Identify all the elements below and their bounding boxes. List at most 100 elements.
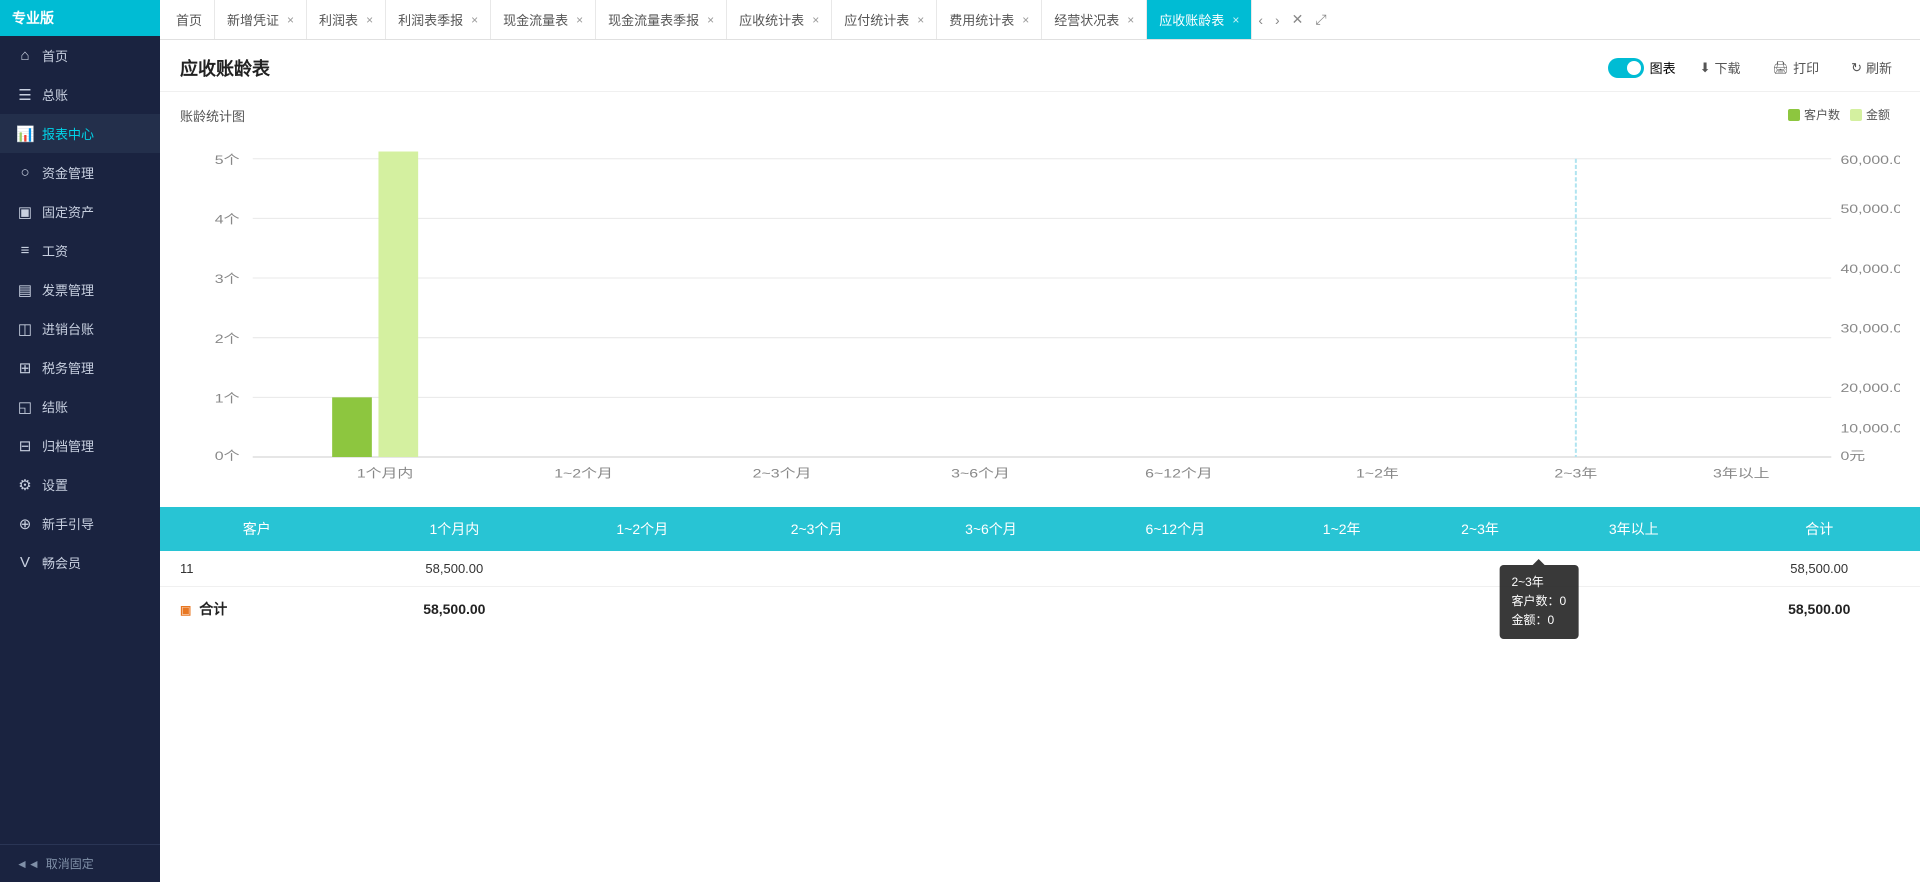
- sidebar-item-closing[interactable]: ◱ 结账: [0, 387, 160, 426]
- tax-icon: ⊞: [16, 359, 34, 377]
- tab-ar-stat[interactable]: 应收统计表 ×: [727, 0, 832, 40]
- col-header-year2-3: 2~3年: [1411, 507, 1549, 551]
- chart-toggle-wrap[interactable]: 图表: [1608, 58, 1676, 78]
- tab-close-cashflow[interactable]: ×: [576, 14, 583, 26]
- sidebar-item-label: 进销台账: [42, 319, 94, 338]
- print-icon: 🖨: [1773, 60, 1790, 76]
- sidebar-item-label: 固定资产: [42, 202, 94, 221]
- svg-text:60,000.00元: 60,000.00元: [1840, 153, 1900, 167]
- tab-voucher[interactable]: 新增凭证 ×: [215, 0, 307, 40]
- sidebar-item-settings[interactable]: ⚙ 设置: [0, 465, 160, 504]
- col-header-total: 合计: [1718, 507, 1920, 551]
- refresh-button[interactable]: ↻ 刷新: [1843, 54, 1900, 81]
- footer-month2-3: [729, 587, 903, 632]
- tab-cashflow[interactable]: 现金流量表 ×: [491, 0, 596, 40]
- stock-icon: ◫: [16, 320, 34, 338]
- sidebar-item-invoice[interactable]: ▤ 发票管理: [0, 270, 160, 309]
- cell-month1: 58,500.00: [354, 551, 555, 587]
- cell-month1-2: [555, 551, 729, 587]
- tab-close-ar-aging[interactable]: ×: [1232, 14, 1239, 26]
- tab-prev-button[interactable]: ‹: [1252, 0, 1269, 40]
- svg-text:3~6个月: 3~6个月: [951, 466, 1010, 481]
- tab-expense-stat[interactable]: 费用统计表 ×: [937, 0, 1042, 40]
- guide-icon: ⊕: [16, 515, 34, 533]
- table-header-row: 客户 1个月内 1~2个月 2~3个月 3~6个月 6~12个月 1~2年 2~…: [160, 507, 1920, 551]
- sidebar-item-report[interactable]: 📊 报表中心: [0, 114, 160, 153]
- chart-toggle[interactable]: [1608, 58, 1644, 78]
- sidebar-item-fund[interactable]: ○ 资金管理: [0, 153, 160, 192]
- table-row: 11 58,500.00 58,500.00: [160, 551, 1920, 587]
- footer-year3plus: [1549, 587, 1718, 632]
- tab-ap-stat[interactable]: 应付统计表 ×: [832, 0, 937, 40]
- table-footer-row: ▣ 合计 58,500.00 58,500.00: [160, 587, 1920, 632]
- footer-label: ▣ 合计: [160, 587, 354, 632]
- sidebar-collapse-button[interactable]: ◄◄ 取消固定: [0, 844, 160, 882]
- main-area: 首页 新增凭证 × 利润表 × 利润表季报 × 现金流量表 × 现金流量表季报 …: [160, 0, 1920, 882]
- tab-home[interactable]: 首页: [164, 0, 215, 40]
- tab-close-expense-stat[interactable]: ×: [1022, 14, 1029, 26]
- tab-cashflow-quarter[interactable]: 现金流量表季报 ×: [596, 0, 727, 40]
- tab-close-ap-stat[interactable]: ×: [917, 14, 924, 26]
- tab-biz-stat[interactable]: 经营状况表 ×: [1042, 0, 1147, 40]
- bar-amount-1: [378, 152, 418, 457]
- logo-text: 专业版: [12, 8, 54, 28]
- tab-label: 应收统计表: [739, 10, 804, 29]
- svg-text:3个: 3个: [215, 272, 240, 287]
- svg-text:1个月内: 1个月内: [357, 466, 413, 481]
- tab-profit-quarter[interactable]: 利润表季报 ×: [386, 0, 491, 40]
- tab-label: 应付统计表: [844, 10, 909, 29]
- report-icon: 📊: [16, 125, 34, 143]
- tab-close-biz-stat[interactable]: ×: [1127, 14, 1134, 26]
- tab-label: 应收账龄表: [1159, 10, 1224, 29]
- tab-close-profit[interactable]: ×: [366, 14, 373, 26]
- svg-text:50,000.00元: 50,000.00元: [1840, 203, 1900, 217]
- svg-text:2~3个月: 2~3个月: [753, 466, 812, 481]
- footer-month6-12: [1078, 587, 1272, 632]
- sidebar-item-label: 资金管理: [42, 163, 94, 182]
- svg-text:1~2年: 1~2年: [1356, 466, 1399, 481]
- sidebar-item-label: 归档管理: [42, 436, 94, 455]
- sidebar-item-asset[interactable]: ▣ 固定资产: [0, 192, 160, 231]
- tab-close-voucher[interactable]: ×: [287, 14, 294, 26]
- tab-ar-aging[interactable]: 应收账龄表 ×: [1147, 0, 1252, 40]
- asset-icon: ▣: [16, 203, 34, 221]
- sidebar-item-guide[interactable]: ⊕ 新手引导: [0, 504, 160, 543]
- tab-close-profit-quarter[interactable]: ×: [471, 14, 478, 26]
- download-button[interactable]: ⬇ 下载: [1692, 54, 1749, 81]
- tab-close-all-button[interactable]: ✕: [1286, 0, 1310, 40]
- tab-expand-button[interactable]: ⤢: [1309, 0, 1332, 40]
- tab-label: 经营状况表: [1054, 10, 1119, 29]
- svg-text:5个: 5个: [215, 153, 240, 168]
- sidebar-item-label: 发票管理: [42, 280, 94, 299]
- sidebar-item-ledger[interactable]: ☰ 总账: [0, 75, 160, 114]
- tab-next-button[interactable]: ›: [1269, 0, 1286, 40]
- svg-text:1个: 1个: [215, 391, 240, 406]
- cell-month2-3: [729, 551, 903, 587]
- download-icon: ⬇: [1700, 60, 1711, 76]
- sidebar: 专业版 ⌂ 首页 ☰ 总账 📊 报表中心 ○ 资金管理 ▣ 固定资产 ≡ 工资 …: [0, 0, 160, 882]
- tab-close-ar-stat[interactable]: ×: [812, 14, 819, 26]
- sidebar-item-stock[interactable]: ◫ 进销台账: [0, 309, 160, 348]
- footer-total: 58,500.00: [1718, 587, 1920, 632]
- col-header-month3-6: 3~6个月: [904, 507, 1078, 551]
- sidebar-item-tax[interactable]: ⊞ 税务管理: [0, 348, 160, 387]
- bar-customer-1: [332, 397, 372, 457]
- sidebar-item-salary[interactable]: ≡ 工资: [0, 231, 160, 270]
- tab-close-cashflow-quarter[interactable]: ×: [707, 14, 714, 26]
- print-button[interactable]: 🖨 打印: [1765, 54, 1828, 81]
- tab-bar: 首页 新增凭证 × 利润表 × 利润表季报 × 现金流量表 × 现金流量表季报 …: [160, 0, 1920, 40]
- col-header-customer: 客户: [160, 507, 354, 551]
- sidebar-item-vip[interactable]: V 畅会员: [0, 543, 160, 582]
- header-actions: 图表 ⬇ 下载 🖨 打印 ↻ 刷新: [1608, 54, 1900, 81]
- settings-icon: ⚙: [16, 476, 34, 494]
- footer-month3-6: [904, 587, 1078, 632]
- sidebar-item-archive[interactable]: ⊟ 归档管理: [0, 426, 160, 465]
- home-icon: ⌂: [16, 47, 34, 64]
- tab-profit[interactable]: 利润表 ×: [307, 0, 386, 40]
- footer-year1-2: [1273, 587, 1411, 632]
- refresh-label: 刷新: [1866, 58, 1892, 77]
- legend-customers-dot: [1788, 109, 1800, 121]
- sidebar-item-home[interactable]: ⌂ 首页: [0, 36, 160, 75]
- legend-amount: 金额: [1850, 106, 1890, 123]
- sidebar-item-label: 税务管理: [42, 358, 94, 377]
